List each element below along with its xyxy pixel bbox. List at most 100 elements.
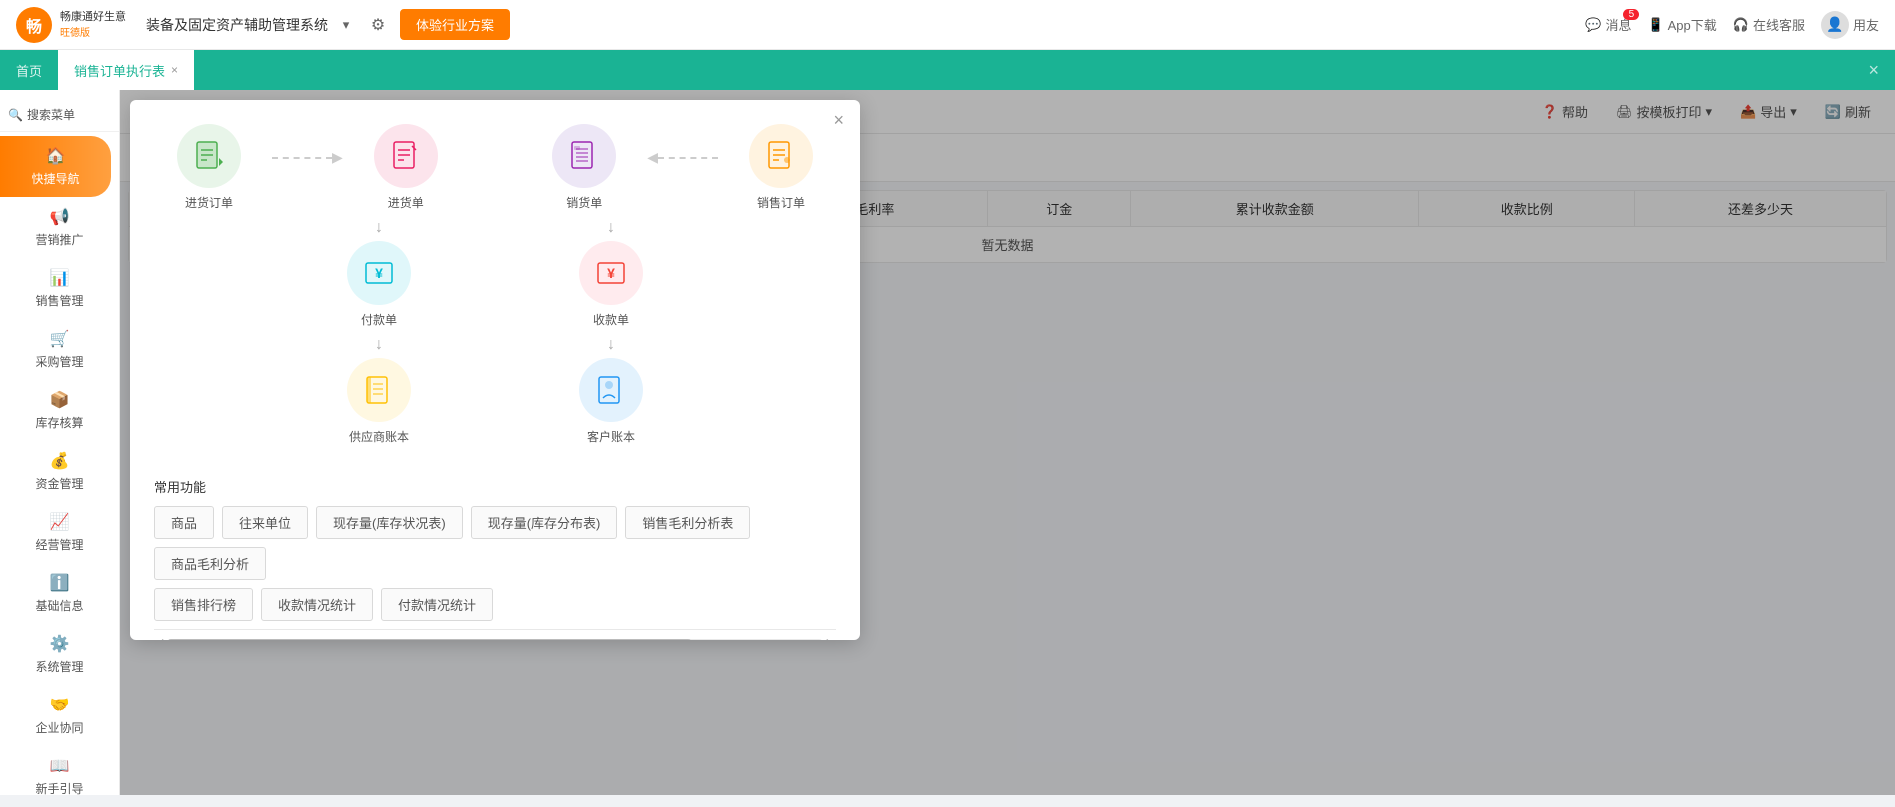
message-icon: 💬: [1585, 17, 1601, 33]
sales-icon: 📊: [50, 268, 70, 288]
tab-home[interactable]: 首页: [0, 50, 58, 90]
tab-home-label: 首页: [16, 61, 42, 80]
payment-bill-icon: ¥: [347, 241, 411, 305]
sidebar-item-purchase[interactable]: 🛒 采购管理: [0, 319, 119, 380]
purchase-order-icon: [177, 124, 241, 188]
sidebar-item-guide[interactable]: 📖 新手引导: [0, 746, 119, 807]
func-row-1: 商品 往来单位 现存量(库存状况表) 现存量(库存分布表) 销售毛利分析表 商品…: [154, 506, 836, 580]
sidebar-label-6: 经营管理: [35, 536, 83, 553]
headset-icon: 🎧: [1733, 17, 1749, 33]
sidebar-label-1: 营销推广: [35, 231, 83, 248]
sidebar-item-finance[interactable]: 💰 资金管理: [0, 441, 119, 502]
dropdown-icon[interactable]: ▾: [336, 15, 356, 35]
online-service-label: 在线客服: [1753, 15, 1805, 34]
sidebar-item-sales[interactable]: 📊 销售管理: [0, 258, 119, 319]
sales-order-label: 销售订单: [757, 194, 805, 211]
node-supplier-ledger[interactable]: 供应商账本: [324, 358, 434, 445]
func-receipt-stats[interactable]: 收款情况统计: [261, 588, 373, 621]
tab-close-icon[interactable]: ×: [171, 63, 178, 77]
func-payment-stats[interactable]: 付款情况统计: [381, 588, 493, 621]
search-menu-label: 搜索菜单: [27, 106, 75, 123]
func-counterpart[interactable]: 往来单位: [222, 506, 308, 539]
gear-button[interactable]: ⚙: [364, 11, 392, 39]
modal-close-button[interactable]: ×: [833, 110, 844, 131]
system-title-area: 装备及固定资产辅助管理系统 ▾ ⚙ 体验行业方案: [146, 9, 1585, 40]
customer-ledger-label: 客户账本: [587, 428, 635, 445]
top-header: 畅 畅康通好生意 旺德版 装备及固定资产辅助管理系统 ▾ ⚙ 体验行业方案 💬 …: [0, 0, 1895, 50]
supplier-ledger-icon: [347, 358, 411, 422]
logo-text: 畅康通好生意: [60, 10, 126, 24]
marketing-icon: 📢: [50, 207, 70, 227]
sidebar: 🔍 搜索菜单 🏠 快捷导航 📢 营销推广 📊 销售管理 🛒 采购管理 📦 库存核…: [0, 90, 120, 795]
node-sales-bill[interactable]: 销货单: [529, 124, 639, 211]
sidebar-item-inventory[interactable]: 📦 库存核算: [0, 380, 119, 441]
scroll-thumb: [167, 639, 691, 640]
sidebar-label-0: 快捷导航: [31, 170, 79, 187]
func-current-stock-dist[interactable]: 现存量(库存分布表): [471, 506, 618, 539]
sidebar-label-10: 新手引导: [35, 780, 83, 797]
modal-overlay: ×: [120, 90, 1895, 795]
user-item[interactable]: 👤 用友: [1821, 11, 1879, 39]
node-sales-order[interactable]: 销售订单: [726, 124, 836, 211]
scroll-track[interactable]: [167, 639, 823, 640]
func-product-gross-analysis[interactable]: 商品毛利分析: [154, 547, 266, 580]
try-industry-button[interactable]: 体验行业方案: [400, 9, 510, 40]
logo-sub: 旺德版: [60, 24, 126, 39]
online-service-item[interactable]: 🎧 在线客服: [1733, 15, 1805, 34]
sidebar-item-basic-info[interactable]: ℹ️ 基础信息: [0, 563, 119, 624]
sidebar-label-9: 企业协同: [35, 719, 83, 736]
arrow-row-down-2: ↓ ↓: [154, 336, 836, 358]
scroll-right-arrow[interactable]: ▶: [827, 636, 836, 640]
func-sales-gross-analysis[interactable]: 销售毛利分析表: [625, 506, 750, 539]
sidebar-item-system[interactable]: ⚙️ 系统管理: [0, 624, 119, 685]
sidebar-label-5: 资金管理: [35, 475, 83, 492]
func-current-stock-status[interactable]: 现存量(库存状况表): [316, 506, 463, 539]
node-payment-bill[interactable]: ¥ 付款单: [324, 241, 434, 328]
payment-bill-label: 付款单: [361, 311, 397, 328]
node-purchase-bill[interactable]: 进货单: [351, 124, 461, 211]
sales-order-icon: [749, 124, 813, 188]
flow-diagram: 进货订单 ▶: [154, 124, 836, 453]
sidebar-label-7: 基础信息: [35, 597, 83, 614]
close-all-icon[interactable]: ×: [1852, 60, 1895, 81]
sidebar-item-enterprise[interactable]: 🤝 企业协同: [0, 685, 119, 746]
func-product[interactable]: 商品: [154, 506, 214, 539]
receipt-bill-label: 收款单: [593, 311, 629, 328]
app-download-label: App下载: [1668, 15, 1717, 34]
flow-row-3: 供应商账本 客户账本: [154, 358, 836, 445]
message-item[interactable]: 💬 消息 5: [1585, 15, 1631, 34]
svg-text:¥: ¥: [607, 265, 615, 281]
search-icon: 🔍: [8, 108, 23, 122]
func-sales-ranking[interactable]: 销售排行榜: [154, 588, 253, 621]
arrow-h-1: ▶: [264, 149, 351, 166]
app-download-item[interactable]: 📱 App下载: [1647, 15, 1716, 34]
system-title: 装备及固定资产辅助管理系统: [146, 15, 328, 35]
tab-bar: 首页 销售订单执行表 × ×: [0, 50, 1895, 90]
node-purchase-order[interactable]: 进货订单: [154, 124, 264, 211]
common-functions-title: 常用功能: [154, 477, 836, 496]
node-receipt-bill[interactable]: ¥ 收款单: [556, 241, 666, 328]
search-menu[interactable]: 🔍 搜索菜单: [0, 98, 119, 132]
func-row-2: 销售排行榜 收款情况统计 付款情况统计: [154, 588, 836, 621]
basic-info-icon: ℹ️: [50, 573, 70, 593]
logo-icon: 畅: [16, 7, 52, 43]
sidebar-label-4: 库存核算: [35, 414, 83, 431]
sidebar-item-marketing[interactable]: 📢 营销推广: [0, 197, 119, 258]
inventory-icon: 📦: [50, 390, 70, 410]
tab-sales-order-label: 销售订单执行表: [74, 61, 165, 80]
sales-bill-label: 销货单: [566, 194, 602, 211]
arrow-row-down: ↓ ↓: [154, 219, 836, 241]
scroll-left-arrow[interactable]: ◀: [154, 636, 163, 640]
main-layout: 🔍 搜索菜单 🏠 快捷导航 📢 营销推广 📊 销售管理 🛒 采购管理 📦 库存核…: [0, 90, 1895, 795]
arrow-h-2: ◀: [639, 149, 726, 166]
sidebar-item-operations[interactable]: 📈 经营管理: [0, 502, 119, 563]
common-functions: 常用功能 商品 往来单位 现存量(库存状况表) 现存量(库存分布表) 销售毛利分…: [154, 477, 836, 621]
home-icon: 🏠: [46, 146, 66, 166]
sidebar-label-3: 采购管理: [35, 353, 83, 370]
sidebar-item-quick-nav[interactable]: 🏠 快捷导航: [0, 136, 111, 197]
phone-icon: 📱: [1647, 17, 1663, 33]
system-icon: ⚙️: [50, 634, 70, 654]
tab-sales-order[interactable]: 销售订单执行表 ×: [58, 50, 194, 90]
svg-text:¥: ¥: [375, 265, 383, 281]
node-customer-ledger[interactable]: 客户账本: [556, 358, 666, 445]
